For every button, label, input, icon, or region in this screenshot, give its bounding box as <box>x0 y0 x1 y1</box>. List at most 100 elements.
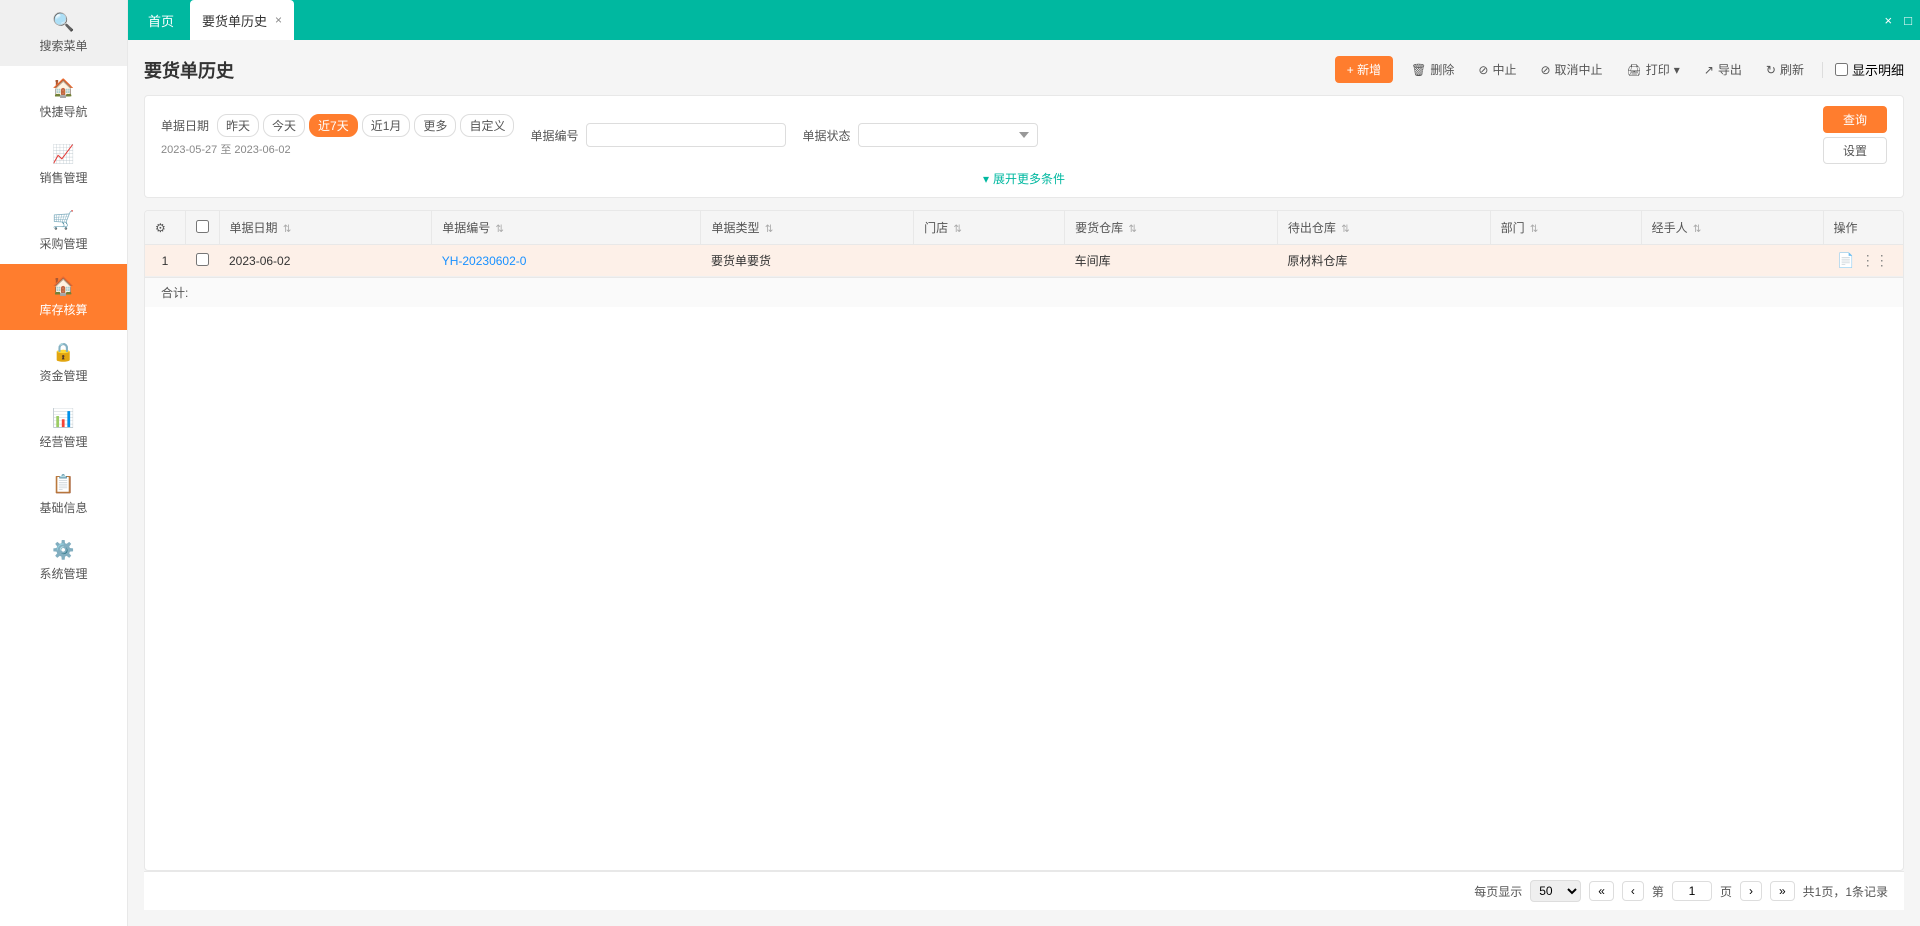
sidebar-item-sales-mgmt[interactable]: 📈销售管理 <box>0 132 127 198</box>
bill-status-select[interactable] <box>858 123 1038 147</box>
col-pending-wh-header[interactable]: 待出仓库 ⇅ <box>1277 211 1490 245</box>
row-dept <box>1490 245 1641 277</box>
query-button[interactable]: 查询 <box>1823 106 1887 133</box>
active-tab[interactable]: 要货单历史 × <box>190 0 294 40</box>
sidebar-icon-inventory-calc: 🏠 <box>52 276 74 297</box>
col-dept-header[interactable]: 部门 ⇅ <box>1490 211 1641 245</box>
date-btn-7days[interactable]: 近7天 <box>309 114 358 137</box>
bill-no-link[interactable]: YH-20230602-0 <box>442 254 527 268</box>
row-req-wh: 车间库 <box>1065 245 1278 277</box>
sort-icon-pending-wh: ⇅ <box>1341 224 1349 235</box>
col-action-header: 操作 <box>1823 211 1903 245</box>
last-page-btn[interactable]: » <box>1770 881 1795 901</box>
content-area: 要货单历史 + 新增 🗑 删除 ⊘ 中止 ⊘ 取消中止 🖨 打印 <box>128 40 1920 926</box>
view-action-icon[interactable]: 📄 <box>1837 252 1854 269</box>
table-header-row: ⚙ 单据日期 ⇅ 单据编号 ⇅ 单据类型 ⇅ 门店 ⇅ 要货仓库 ⇅ 待出仓库 … <box>145 211 1903 245</box>
show-detail-label: 显示明细 <box>1852 60 1904 79</box>
row-index: 1 <box>145 245 185 277</box>
delete-button[interactable]: 🗑 删除 <box>1405 57 1460 82</box>
filter-action-btns: 查询 设置 <box>1823 106 1887 164</box>
sidebar-item-purchase-mgmt[interactable]: 🛒采购管理 <box>0 198 127 264</box>
sidebar-label-ops-mgmt: 经营管理 <box>39 433 87 450</box>
refresh-button[interactable]: ↻ 刷新 <box>1760 57 1810 82</box>
home-tab[interactable]: 首页 <box>136 0 186 40</box>
print-button[interactable]: 🖨 打印 ▾ <box>1621 57 1686 82</box>
page-number-input[interactable] <box>1672 881 1712 901</box>
print-icon: 🖨 <box>1627 63 1642 77</box>
sidebar-item-sys-mgmt[interactable]: ⚙️系统管理 <box>0 528 127 594</box>
row-bill-type: 要货单要货 <box>701 245 914 277</box>
sidebar-label-inventory-calc: 库存核算 <box>39 301 87 318</box>
col-handler-header[interactable]: 经手人 ⇅ <box>1641 211 1823 245</box>
bill-no-input[interactable] <box>586 123 786 147</box>
col-settings-header[interactable]: ⚙ <box>145 211 185 245</box>
filter-date-btns: 昨天 今天 近7天 近1月 更多 自定义 <box>217 114 514 137</box>
sidebar-item-search-menu[interactable]: 🔍搜索菜单 <box>0 0 127 66</box>
show-detail-checkbox-wrapper[interactable]: 显示明细 <box>1835 60 1904 79</box>
expand-more-btn[interactable]: ▾ 展开更多条件 <box>161 170 1887 187</box>
stop-button[interactable]: ⊘ 中止 <box>1472 57 1522 82</box>
window-close-icon[interactable]: × <box>1885 13 1893 28</box>
page-title: 要货单历史 <box>144 57 234 83</box>
date-btn-custom[interactable]: 自定义 <box>460 114 514 137</box>
bill-no-label: 单据编号 <box>530 127 578 144</box>
sidebar-item-quick-nav[interactable]: 🏠快捷导航 <box>0 66 127 132</box>
sidebar-icon-ops-mgmt: 📊 <box>52 408 74 429</box>
filter-settings-button[interactable]: 设置 <box>1823 137 1887 164</box>
date-btn-more[interactable]: 更多 <box>414 114 456 137</box>
sidebar: 🔍搜索菜单🏠快捷导航📈销售管理🛒采购管理 🏠 库存核算 🔒资金管理 📊 经营管理 📋基础信息… <box>0 0 128 926</box>
cancel-stop-icon: ⊘ <box>1540 63 1550 77</box>
col-bill-date-header[interactable]: 单据日期 ⇅ <box>219 211 432 245</box>
date-btn-1month[interactable]: 近1月 <box>362 114 411 137</box>
refresh-icon: ↻ <box>1766 63 1776 77</box>
sidebar-icon-finance-mgmt: 🔒 <box>52 342 74 363</box>
sidebar-item-inventory-calc[interactable]: 🏠 库存核算 <box>0 264 127 330</box>
pagination-bar: 每页显示 50 20 100 « ‹ 第 页 › » 共1页，1条记录 <box>144 871 1904 910</box>
filter-date-range: 2023-05-27 至 2023-06-02 <box>161 141 514 157</box>
col-bill-type-header[interactable]: 单据类型 ⇅ <box>701 211 914 245</box>
tab-close-icon[interactable]: × <box>275 13 282 27</box>
first-page-btn[interactable]: « <box>1589 881 1614 901</box>
sidebar-label-sys-mgmt: 系统管理 <box>39 565 87 582</box>
filter-date-top: 单据日期 昨天 今天 近7天 近1月 更多 自定义 <box>161 114 514 137</box>
total-label: 合计: <box>161 284 188 301</box>
prev-page-btn[interactable]: ‹ <box>1622 881 1644 901</box>
sidebar-item-base-info[interactable]: 📋基础信息 <box>0 462 127 528</box>
table-row: 1 2023-06-02 YH-20230602-0 要货单要货 车间库 原材料… <box>145 245 1903 277</box>
delete-icon: 🗑 <box>1411 63 1426 77</box>
filter-date-group: 单据日期 昨天 今天 近7天 近1月 更多 自定义 2023-05-27 至 2… <box>161 114 514 157</box>
more-action-icon[interactable]: ⋮⋮ <box>1861 252 1889 269</box>
table-body: 1 2023-06-02 YH-20230602-0 要货单要货 车间库 原材料… <box>145 245 1903 277</box>
sort-icon-bill-type: ⇅ <box>765 224 773 235</box>
show-detail-checkbox[interactable] <box>1835 63 1848 76</box>
row-checkbox[interactable] <box>196 253 209 266</box>
export-icon: ↗ <box>1704 63 1714 77</box>
row-store <box>914 245 1065 277</box>
date-btn-today[interactable]: 今天 <box>263 114 305 137</box>
sidebar-icon-quick-nav: 🏠 <box>52 78 74 99</box>
sidebar-item-ops-mgmt[interactable]: 📊 经营管理 <box>0 396 127 462</box>
sidebar-icon-purchase-mgmt: 🛒 <box>52 210 74 231</box>
new-button[interactable]: + 新增 <box>1335 56 1393 83</box>
print-label: 打印 <box>1646 61 1670 78</box>
col-store-header[interactable]: 门店 ⇅ <box>914 211 1065 245</box>
window-maximize-icon[interactable]: □ <box>1904 13 1912 28</box>
row-handler <box>1641 245 1823 277</box>
export-label: 导出 <box>1718 61 1742 78</box>
action-icons: 📄 ⋮⋮ <box>1833 252 1893 269</box>
date-btn-yesterday[interactable]: 昨天 <box>217 114 259 137</box>
toolbar-divider <box>1822 62 1823 78</box>
per-page-select[interactable]: 50 20 100 <box>1530 880 1581 902</box>
next-page-btn[interactable]: › <box>1740 881 1762 901</box>
bill-date-label: 单据日期 <box>161 117 209 134</box>
sort-icon-dept: ⇅ <box>1530 224 1538 235</box>
col-req-wh-header[interactable]: 要货仓库 ⇅ <box>1065 211 1278 245</box>
col-bill-no-header[interactable]: 单据编号 ⇅ <box>432 211 701 245</box>
col-check-header <box>185 211 219 245</box>
total-info: 共1页，1条记录 <box>1803 883 1888 900</box>
select-all-checkbox[interactable] <box>196 220 209 233</box>
export-button[interactable]: ↗ 导出 <box>1698 57 1748 82</box>
toolbar: + 新增 🗑 删除 ⊘ 中止 ⊘ 取消中止 🖨 打印 ▾ <box>1335 56 1904 83</box>
cancel-stop-button[interactable]: ⊘ 取消中止 <box>1534 57 1608 82</box>
sidebar-item-finance-mgmt[interactable]: 🔒资金管理 <box>0 330 127 396</box>
